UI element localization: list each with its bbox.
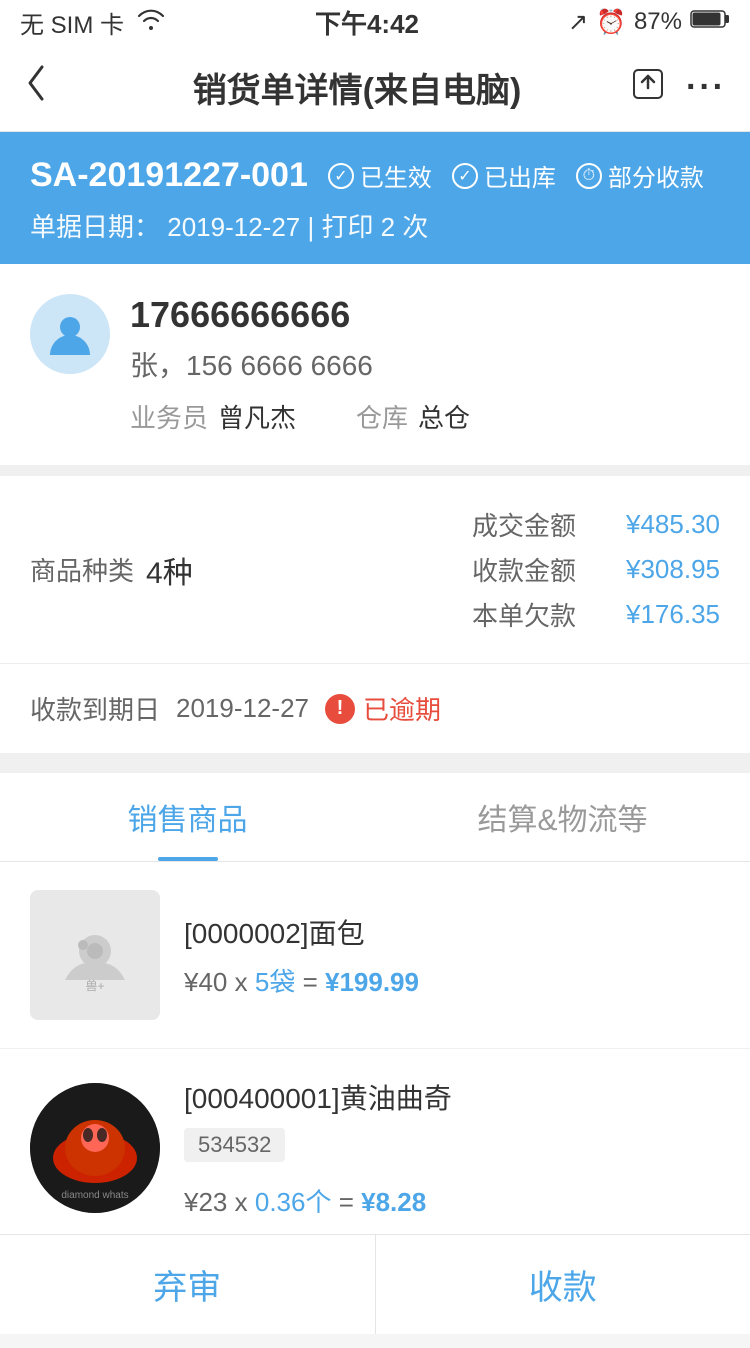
status-bar-right: ↗ ⏰ 87% <box>568 8 730 37</box>
customer-id: 17666666666 <box>130 294 720 336</box>
alarm-icon: ⏰ <box>596 8 626 37</box>
product-info-2: [000400001]黄油曲奇 534532 ¥23 x 0.36个 = ¥8.… <box>184 1077 720 1219</box>
list-item: 兽+ [0000002]面包 ¥40 x 5袋 = ¥199.99 <box>0 862 750 1049</box>
product-thumbnail-1: 兽+ <box>30 890 160 1020</box>
salesman-value: 曾凡杰 <box>218 398 296 435</box>
warehouse-label: 仓库 <box>356 398 408 435</box>
header-banner: SA-20191227-001 ✓ 已生效 ✓ 已出库 ⏱ 部分收款 单据日期：… <box>0 132 750 264</box>
more-button[interactable]: ··· <box>686 68 726 107</box>
status-bar-time: 下午4:42 <box>315 4 419 41</box>
product-unit-price-2: ¥23 <box>184 1187 227 1217</box>
customer-name-phone: 张，156 6666 6666 <box>130 344 720 384</box>
product-price-1: ¥40 x 5袋 = ¥199.99 <box>184 962 720 999</box>
svg-text:diamond whats: diamond whats <box>61 1190 128 1201</box>
amount-summary: 成交金额 ¥485.30 收款金额 ¥308.95 本单欠款 ¥176.35 <box>472 506 720 633</box>
receipt-amount-row: 收款金额 ¥308.95 <box>472 551 720 588</box>
svg-text:兽+: 兽+ <box>85 979 104 993</box>
divider-2 <box>0 763 750 773</box>
salesman-item: 业务员 曾凡杰 <box>130 398 296 435</box>
status-bar: 无 SIM 卡 下午4:42 ↗ ⏰ 87% <box>0 0 750 44</box>
due-date-section: 收款到期日 2019-12-27 ! 已逾期 <box>0 664 750 763</box>
product-name-1: [0000002]面包 <box>184 912 720 952</box>
list-item: diamond whats [000400001]黄油曲奇 534532 ¥23… <box>0 1049 750 1248</box>
customer-avatar <box>30 294 110 374</box>
deal-amount-label: 成交金额 <box>472 506 576 543</box>
warehouse-value: 总仓 <box>418 398 470 435</box>
product-multiplier-1: x <box>235 967 255 997</box>
products-section: 兽+ [0000002]面包 ¥40 x 5袋 = ¥199.99 <box>0 862 750 1248</box>
customer-section: 17666666666 张，156 6666 6666 业务员 曾凡杰 仓库 总… <box>0 264 750 466</box>
customer-meta: 业务员 曾凡杰 仓库 总仓 <box>130 398 720 435</box>
check-icon-1: ✓ <box>328 163 354 189</box>
order-id-row: SA-20191227-001 ✓ 已生效 ✓ 已出库 ⏱ 部分收款 <box>30 156 720 195</box>
summary-section: 商品种类 4种 成交金额 ¥485.30 收款金额 ¥308.95 本单欠款 ¥… <box>0 476 750 664</box>
collect-payment-button[interactable]: 收款 <box>376 1235 750 1334</box>
customer-info: 17666666666 张，156 6666 6666 业务员 曾凡杰 仓库 总… <box>130 294 720 435</box>
product-type-label: 商品种类 <box>30 551 134 588</box>
order-date: 2019-12-27 <box>167 212 300 242</box>
abandon-review-label: 弃审 <box>153 1260 221 1309</box>
print-info: | 打印 2 次 <box>307 212 428 242</box>
deal-amount-value: ¥485.30 <box>600 509 720 540</box>
product-multiplier-2: x <box>235 1187 255 1217</box>
location-icon: ↗ <box>568 8 588 37</box>
product-qty-1: 5袋 <box>255 967 295 997</box>
receipt-amount-value: ¥308.95 <box>600 554 720 585</box>
share-button[interactable] <box>630 66 666 110</box>
tab-underline <box>158 857 218 861</box>
page-title: 销货单详情(来自电脑) <box>84 63 630 112</box>
salesman-label: 业务员 <box>130 398 208 435</box>
receipt-amount-label: 收款金额 <box>472 551 576 588</box>
due-date-value: 2019-12-27 <box>176 693 309 724</box>
date-label: 单据日期： <box>30 212 160 242</box>
nav-actions: ··· <box>630 66 726 110</box>
order-date-row: 单据日期： 2019-12-27 | 打印 2 次 <box>30 207 720 244</box>
product-total-2: ¥8.28 <box>361 1187 426 1217</box>
product-total-1: ¥199.99 <box>325 967 419 997</box>
deal-amount-row: 成交金额 ¥485.30 <box>472 506 720 543</box>
overdue-text: 已逾期 <box>363 690 441 727</box>
product-type-count: 4种 <box>146 548 193 592</box>
product-name-2: [000400001]黄油曲奇 <box>184 1077 720 1117</box>
debt-amount-value: ¥176.35 <box>600 599 720 630</box>
product-equals-2: = <box>339 1187 361 1217</box>
back-button[interactable] <box>24 63 84 112</box>
collect-payment-label: 收款 <box>529 1260 597 1309</box>
tab-sales-label: 销售商品 <box>128 795 248 839</box>
product-info-1: [0000002]面包 ¥40 x 5袋 = ¥199.99 <box>184 912 720 999</box>
nav-bar: 销货单详情(来自电脑) ··· <box>0 44 750 132</box>
bottom-bar: 弃审 收款 <box>0 1234 750 1334</box>
carrier-text: 无 SIM 卡 <box>20 5 124 40</box>
wifi-icon <box>136 8 166 37</box>
divider-1 <box>0 466 750 476</box>
debt-amount-label: 本单欠款 <box>472 596 576 633</box>
overdue-badge: ! 已逾期 <box>325 690 441 727</box>
overdue-icon: ! <box>325 694 355 724</box>
clock-icon: ⏱ <box>576 163 602 189</box>
status-bar-left: 无 SIM 卡 <box>20 5 166 40</box>
badge-effective: ✓ 已生效 <box>328 158 432 193</box>
tab-settlement[interactable]: 结算&物流等 <box>375 773 750 861</box>
badge-shipped: ✓ 已出库 <box>452 158 556 193</box>
tab-settlement-label: 结算&物流等 <box>477 795 647 839</box>
thumb-placeholder-1: 兽+ <box>30 890 160 1020</box>
tab-sales-products[interactable]: 销售商品 <box>0 773 375 861</box>
debt-amount-row: 本单欠款 ¥176.35 <box>472 596 720 633</box>
check-icon-2: ✓ <box>452 163 478 189</box>
product-thumbnail-2: diamond whats <box>30 1083 160 1213</box>
battery-text: 87% <box>634 8 682 36</box>
warehouse-item: 仓库 总仓 <box>356 398 470 435</box>
product-unit-price-1: ¥40 <box>184 967 227 997</box>
badge-partial-payment: ⏱ 部分收款 <box>576 158 704 193</box>
abandon-review-button[interactable]: 弃审 <box>0 1235 376 1334</box>
product-type: 商品种类 4种 <box>30 506 193 633</box>
due-date-label: 收款到期日 <box>30 690 160 727</box>
product-equals-1: = <box>303 967 325 997</box>
product-price-2: ¥23 x 0.36个 = ¥8.28 <box>184 1182 720 1219</box>
tabs-section: 销售商品 结算&物流等 <box>0 773 750 862</box>
battery-icon <box>690 8 730 36</box>
product-batch-2: 534532 <box>184 1128 285 1162</box>
order-id: SA-20191227-001 <box>30 156 308 195</box>
product-qty-2: 0.36个 <box>255 1187 332 1217</box>
